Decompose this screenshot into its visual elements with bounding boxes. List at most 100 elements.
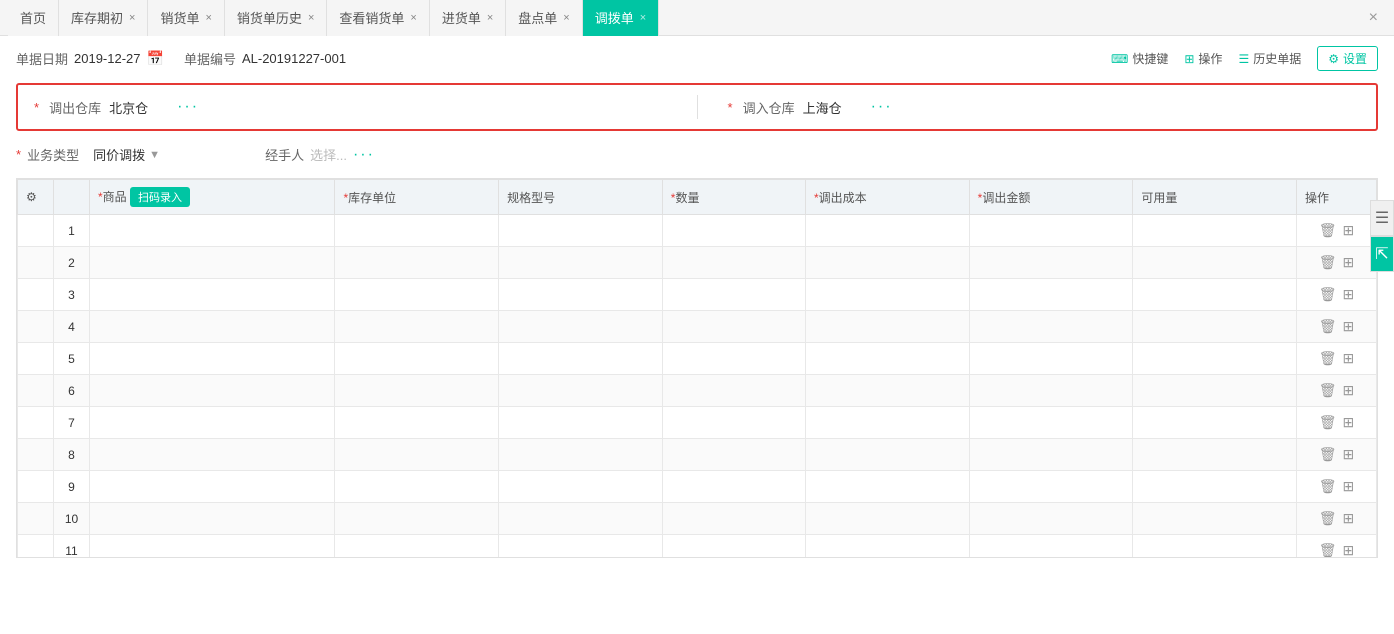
delete-icon[interactable]: 🗑 [1319,382,1337,399]
tab-purchase-order[interactable]: 进货单 × [430,0,506,36]
close-all-tabs[interactable]: × [1361,9,1386,27]
delete-icon[interactable]: 🗑 [1319,286,1337,303]
doc-label: 单据编号 [184,49,236,68]
delete-icon[interactable]: 🗑 [1319,446,1337,463]
row-product[interactable] [90,215,335,247]
copy-icon[interactable]: ⊞ [1343,286,1355,303]
copy-icon[interactable]: ⊞ [1343,222,1355,239]
table-row: 9 🗑⊞ [18,471,1377,503]
warehouse-section: * 调出仓库 北京仓 ··· * 调入仓库 上海仓 ··· [16,83,1378,131]
row-amount[interactable] [969,215,1133,247]
delete-icon[interactable]: 🗑 [1319,542,1337,558]
transfer-out-more[interactable]: ··· [177,98,199,116]
data-table: ⚙ *商品 扫码录入 *库存单位 规格型号 *数量 *调出成本 *调出金额 可用… [17,179,1377,558]
operations-action[interactable]: ⊞ 操作 [1184,50,1222,67]
history-icon: ☰ [1238,52,1249,66]
tab-close-view-sales[interactable]: × [410,12,416,24]
tab-stocktake[interactable]: 盘点单 × [506,0,582,36]
copy-icon[interactable]: ⊞ [1343,382,1355,399]
copy-icon[interactable]: ⊞ [1343,318,1355,335]
operations-icon: ⊞ [1184,52,1194,66]
table-row: 8 🗑⊞ [18,439,1377,471]
copy-icon[interactable]: ⊞ [1343,542,1355,558]
delete-icon[interactable]: 🗑 [1319,414,1337,431]
business-type-select[interactable]: 同价调拨 ▼ [85,141,245,168]
delete-icon[interactable]: 🗑 [1319,318,1337,335]
transfer-in-more[interactable]: ··· [871,98,893,116]
scan-button[interactable]: 扫码录入 [130,187,190,207]
calendar-icon[interactable]: 📅 [147,50,164,67]
row-settings [18,215,54,247]
tab-close-transfer[interactable]: × [640,12,646,24]
delete-icon[interactable]: 🗑 [1319,350,1337,367]
settings-button[interactable]: ⚙ 设置 [1317,46,1378,71]
col-settings[interactable]: ⚙ [18,180,54,215]
business-type-value: 同价调拨 [93,145,145,164]
table-row: 11 🗑⊞ [18,535,1377,559]
row-spec[interactable] [499,215,663,247]
right-float-panel: ☰ ⇱ [1370,200,1394,272]
col-product: *商品 扫码录入 [90,180,335,215]
table-row: 3 🗑⊞ [18,279,1377,311]
warehouse-divider [697,95,698,119]
history-action[interactable]: ☰ 历史单据 [1238,50,1301,67]
person-field: 经手人 选择... ··· [265,145,375,164]
tab-close-sales-order[interactable]: × [205,12,211,24]
copy-icon[interactable]: ⊞ [1343,446,1355,463]
copy-icon[interactable]: ⊞ [1343,414,1355,431]
row-available [1133,215,1297,247]
shortcuts-icon: ⌨ [1111,52,1128,66]
tab-close-purchase-order[interactable]: × [487,12,493,24]
row-num: 1 [54,215,90,247]
copy-icon[interactable]: ⊞ [1343,254,1355,271]
doc-value: AL-20191227-001 [242,51,346,66]
copy-icon[interactable]: ⊞ [1343,510,1355,527]
form-row: * 业务类型 同价调拨 ▼ 经手人 选择... ··· [16,141,1378,168]
tab-sales-history[interactable]: 销货单历史 × [225,0,327,36]
main-content: 单据日期 2019-12-27 📅 单据编号 AL-20191227-001 ⌨… [0,36,1394,634]
copy-icon[interactable]: ⊞ [1343,350,1355,367]
table-row: 4 🗑⊞ [18,311,1377,343]
transfer-in-value[interactable]: 上海仓 [803,98,863,117]
delete-icon[interactable]: 🗑 [1319,254,1337,271]
form-header-right: ⌨ 快捷键 ⊞ 操作 ☰ 历史单据 ⚙ 设置 [1111,46,1378,71]
transfer-in-required: * [728,100,733,115]
data-table-container: ⚙ *商品 扫码录入 *库存单位 规格型号 *数量 *调出成本 *调出金额 可用… [16,178,1378,558]
row-cost[interactable] [806,215,970,247]
row-qty[interactable] [662,215,805,247]
person-more[interactable]: ··· [353,146,375,164]
transfer-out-required: * [34,100,39,115]
table-row: 1 🗑 ⊞ [18,215,1377,247]
row-unit[interactable] [335,215,499,247]
transfer-out-field: * 调出仓库 北京仓 ··· [34,98,667,117]
delete-icon[interactable]: 🗑 [1319,510,1337,527]
form-header: 单据日期 2019-12-27 📅 单据编号 AL-20191227-001 ⌨… [16,46,1378,71]
tab-close-stocktake[interactable]: × [563,12,569,24]
tab-transfer[interactable]: 调拨单 × [583,0,659,36]
col-spec: 规格型号 [499,180,663,215]
col-cost: *调出成本 [806,180,970,215]
delete-icon[interactable]: 🗑 [1319,478,1337,495]
col-qty: *数量 [662,180,805,215]
tab-view-sales[interactable]: 查看销货单 × [327,0,429,36]
table-row: 5 🗑⊞ [18,343,1377,375]
delete-icon[interactable]: 🗑 [1319,222,1337,239]
tab-close-sales-history[interactable]: × [308,12,314,24]
shortcuts-action[interactable]: ⌨ 快捷键 [1111,50,1168,67]
tab-home[interactable]: 首页 [8,0,59,36]
date-label: 单据日期 [16,49,68,68]
copy-icon[interactable]: ⊞ [1343,478,1355,495]
float-expand-icon[interactable]: ⇱ [1370,236,1394,272]
person-select[interactable]: 选择... [310,145,347,164]
table-row: 6 🗑⊞ [18,375,1377,407]
business-type-required: * [16,147,21,162]
chevron-down-icon: ▼ [149,149,160,161]
float-list-icon[interactable]: ☰ [1370,200,1394,236]
tab-close-inventory-init[interactable]: × [129,12,135,24]
tab-sales-order[interactable]: 销货单 × [148,0,224,36]
transfer-out-value[interactable]: 北京仓 [109,98,169,117]
tab-inventory-init[interactable]: 库存期初 × [59,0,148,36]
doc-field: 单据编号 AL-20191227-001 [184,49,346,68]
tab-bar: 首页 库存期初 × 销货单 × 销货单历史 × 查看销货单 × 进货单 × 盘点… [0,0,1394,36]
person-label: 经手人 [265,145,304,164]
